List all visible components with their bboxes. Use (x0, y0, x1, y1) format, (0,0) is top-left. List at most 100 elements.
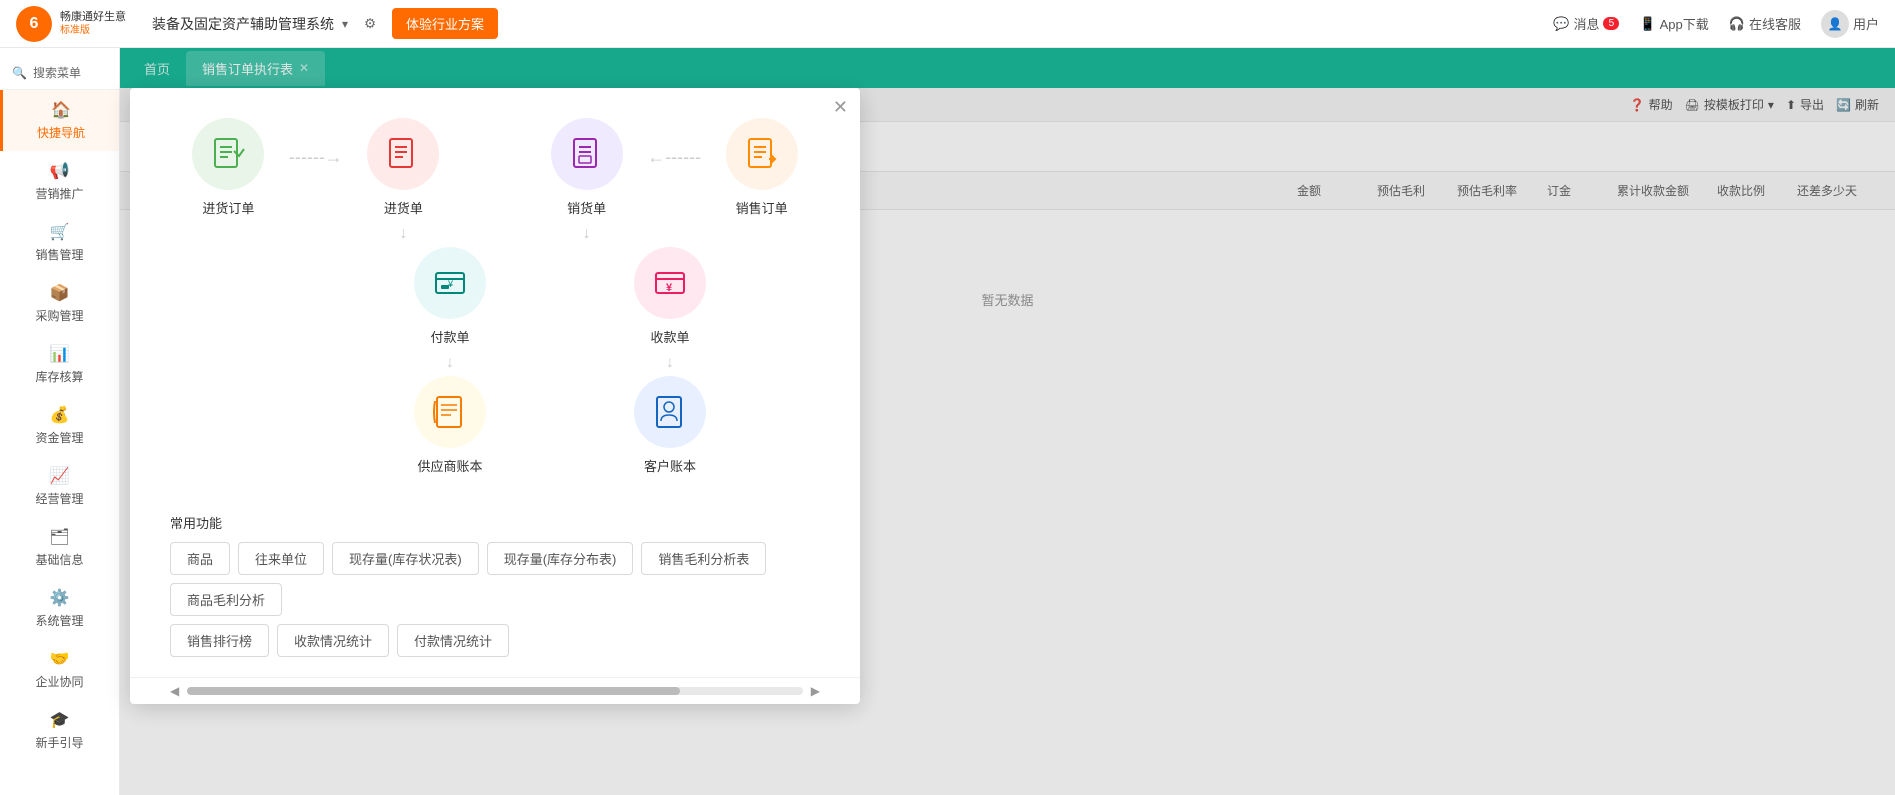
online-service-btn[interactable]: 🎧 在线客服 (1729, 14, 1801, 33)
customer-ledger-label: 客户账本 (644, 456, 696, 475)
user-label: 用户 (1853, 14, 1879, 33)
sale-order-label: 销售订单 (736, 198, 788, 217)
flow-node-supplier-ledger: 供应商账本 (380, 376, 520, 475)
message-btn[interactable]: 💬 消息 5 (1553, 14, 1619, 33)
func-btn-partner[interactable]: 往来单位 (238, 542, 324, 575)
svg-text:¥: ¥ (447, 279, 454, 289)
payment-label: 付款单 (430, 327, 469, 346)
purchase-order-circle[interactable] (192, 118, 264, 190)
sidebar-item-label-operations: 经营管理 (35, 490, 83, 507)
flow-node-sale-order: 销售订单 (703, 118, 820, 217)
app-download-label: App下载 (1660, 14, 1709, 33)
logo-area: 6 畅康通好生意 标准版 (16, 6, 136, 42)
func-btn-stock-dist[interactable]: 现存量(库存分布表) (487, 542, 634, 575)
flow-node-sale-bill: 销货单 (528, 118, 645, 217)
sidebar-item-label-system: 系统管理 (35, 612, 83, 629)
flow-node-receipt: ¥ 收款单 (600, 247, 740, 346)
arrow-down-row2: ↓ ↓ (170, 354, 820, 372)
modal-overlay[interactable]: ✕ 进货订单 (120, 48, 1895, 795)
logo-icon: 6 (16, 6, 52, 42)
basic-icon: 🗂 (49, 527, 69, 547)
search-menu-btn[interactable]: 🔍 搜索菜单 (0, 56, 119, 90)
user-area[interactable]: 👤 用户 (1821, 10, 1879, 38)
purchase-order-label: 进货订单 (202, 198, 254, 217)
sidebar-item-purchase[interactable]: 📦 采购管理 (0, 273, 119, 334)
header-right: 💬 消息 5 📱 App下载 🎧 在线客服 👤 用户 (1553, 10, 1879, 38)
func-btn-sales-profit[interactable]: 销售毛利分析表 (641, 542, 766, 575)
app-download-btn[interactable]: 📱 App下载 (1639, 14, 1708, 33)
newuser-icon: 🎓 (50, 710, 70, 730)
sales-icon: 🛒 (50, 222, 70, 242)
supplier-ledger-label: 供应商账本 (417, 456, 482, 475)
purchase-icon: 📦 (50, 283, 70, 303)
func-btns-row2: 销售排行榜 收款情况统计 付款情况统计 (170, 624, 820, 657)
system-title: 装备及固定资产辅助管理系统 ▾ ⚙ 体验行业方案 (136, 8, 1553, 39)
scroll-thumb (187, 687, 679, 695)
sidebar-item-operations[interactable]: 📈 经营管理 (0, 456, 119, 517)
purchase-bill-circle[interactable] (367, 118, 439, 190)
sidebar-item-basic[interactable]: 🗂 基础信息 (0, 517, 119, 578)
supplier-ledger-circle[interactable] (414, 376, 486, 448)
online-service-icon: 🎧 (1729, 16, 1745, 32)
common-functions-area: 常用功能 商品 往来单位 现存量(库存状况表) 现存量(库存分布表) 销售毛利分… (130, 503, 860, 677)
operations-icon: 📈 (50, 466, 70, 486)
func-btn-stock-status[interactable]: 现存量(库存状况表) (332, 542, 479, 575)
sale-order-circle[interactable] (726, 118, 798, 190)
sidebar-item-sales[interactable]: 🛒 销售管理 (0, 212, 119, 273)
system-dropdown-btn[interactable]: ▾ (342, 17, 348, 31)
sidebar-item-newuser[interactable]: 🎓 新手引导 (0, 700, 119, 761)
sidebar-item-label-basic: 基础信息 (35, 551, 83, 568)
arrow-down-pb: ↓ (345, 225, 462, 243)
sidebar-item-label-marketing: 营销推广 (35, 185, 83, 202)
app-download-icon: 📱 (1639, 16, 1655, 32)
scroll-track[interactable] (187, 687, 803, 695)
arrow-down-row: ↓ ↓ (170, 225, 820, 243)
flow-node-customer-ledger: 客户账本 (600, 376, 740, 475)
sidebar-item-label-finance: 资金管理 (35, 429, 83, 446)
system-icon: ⚙️ (50, 588, 70, 608)
marketing-icon: 📢 (50, 161, 70, 181)
sidebar-item-marketing[interactable]: 📢 营销推广 (0, 151, 119, 212)
sidebar-item-enterprise[interactable]: 🤝 企业协同 (0, 639, 119, 700)
func-btn-payment-stats[interactable]: 付款情况统计 (397, 624, 509, 657)
sidebar-item-system[interactable]: ⚙️ 系统管理 (0, 578, 119, 639)
search-icon: 🔍 (12, 66, 27, 80)
func-btns-row1: 商品 往来单位 现存量(库存状况表) 现存量(库存分布表) 销售毛利分析表 商品… (170, 542, 820, 616)
online-service-label: 在线客服 (1749, 14, 1801, 33)
func-btn-product[interactable]: 商品 (170, 542, 230, 575)
scroll-left-btn[interactable]: ◀ (170, 684, 179, 698)
arrow-down-receipt: ↓ (600, 354, 740, 372)
common-func-title: 常用功能 (170, 513, 820, 532)
avatar: 👤 (1821, 10, 1849, 38)
inventory-icon: 📊 (50, 344, 70, 364)
func-btn-product-profit[interactable]: 商品毛利分析 (170, 583, 282, 616)
func-btn-receipt-stats[interactable]: 收款情况统计 (277, 624, 389, 657)
flow-row-1: 进货订单 ------→ 进货单 (170, 118, 820, 217)
payment-circle[interactable]: ¥ (414, 247, 486, 319)
modal-close-btn[interactable]: ✕ (833, 98, 848, 116)
sidebar-item-label-newuser: 新手引导 (35, 734, 83, 751)
receipt-label: 收款单 (650, 327, 689, 346)
sale-bill-circle[interactable] (551, 118, 623, 190)
customer-ledger-circle[interactable] (634, 376, 706, 448)
system-title-text: 装备及固定资产辅助管理系统 (152, 14, 334, 34)
scroll-right-btn[interactable]: ▶ (811, 684, 820, 698)
sidebar-item-quick-nav[interactable]: 🏠 快捷导航 (0, 90, 119, 151)
flow-diagram: 进货订单 ------→ 进货单 (130, 88, 860, 503)
settings-icon-btn[interactable]: ⚙ (356, 10, 384, 38)
experience-btn[interactable]: 体验行业方案 (392, 8, 498, 39)
sidebar-item-label-purchase: 采购管理 (35, 307, 83, 324)
arrow-so-to-sb: ←------ (645, 147, 703, 188)
sidebar-item-label-inventory: 库存核算 (35, 368, 83, 385)
message-badge: 5 (1603, 17, 1619, 30)
message-label: 消息 (1573, 14, 1599, 33)
sidebar-item-finance[interactable]: 💰 资金管理 (0, 395, 119, 456)
scroll-bar-area: ◀ ▶ (130, 677, 860, 704)
receipt-circle[interactable]: ¥ (634, 247, 706, 319)
flow-row-3: 供应商账本 客户账本 (170, 376, 820, 475)
enterprise-icon: 🤝 (50, 649, 70, 669)
svg-text:¥: ¥ (666, 282, 673, 294)
sidebar-item-inventory[interactable]: 📊 库存核算 (0, 334, 119, 395)
purchase-bill-label: 进货单 (384, 198, 423, 217)
func-btn-sales-rank[interactable]: 销售排行榜 (170, 624, 269, 657)
